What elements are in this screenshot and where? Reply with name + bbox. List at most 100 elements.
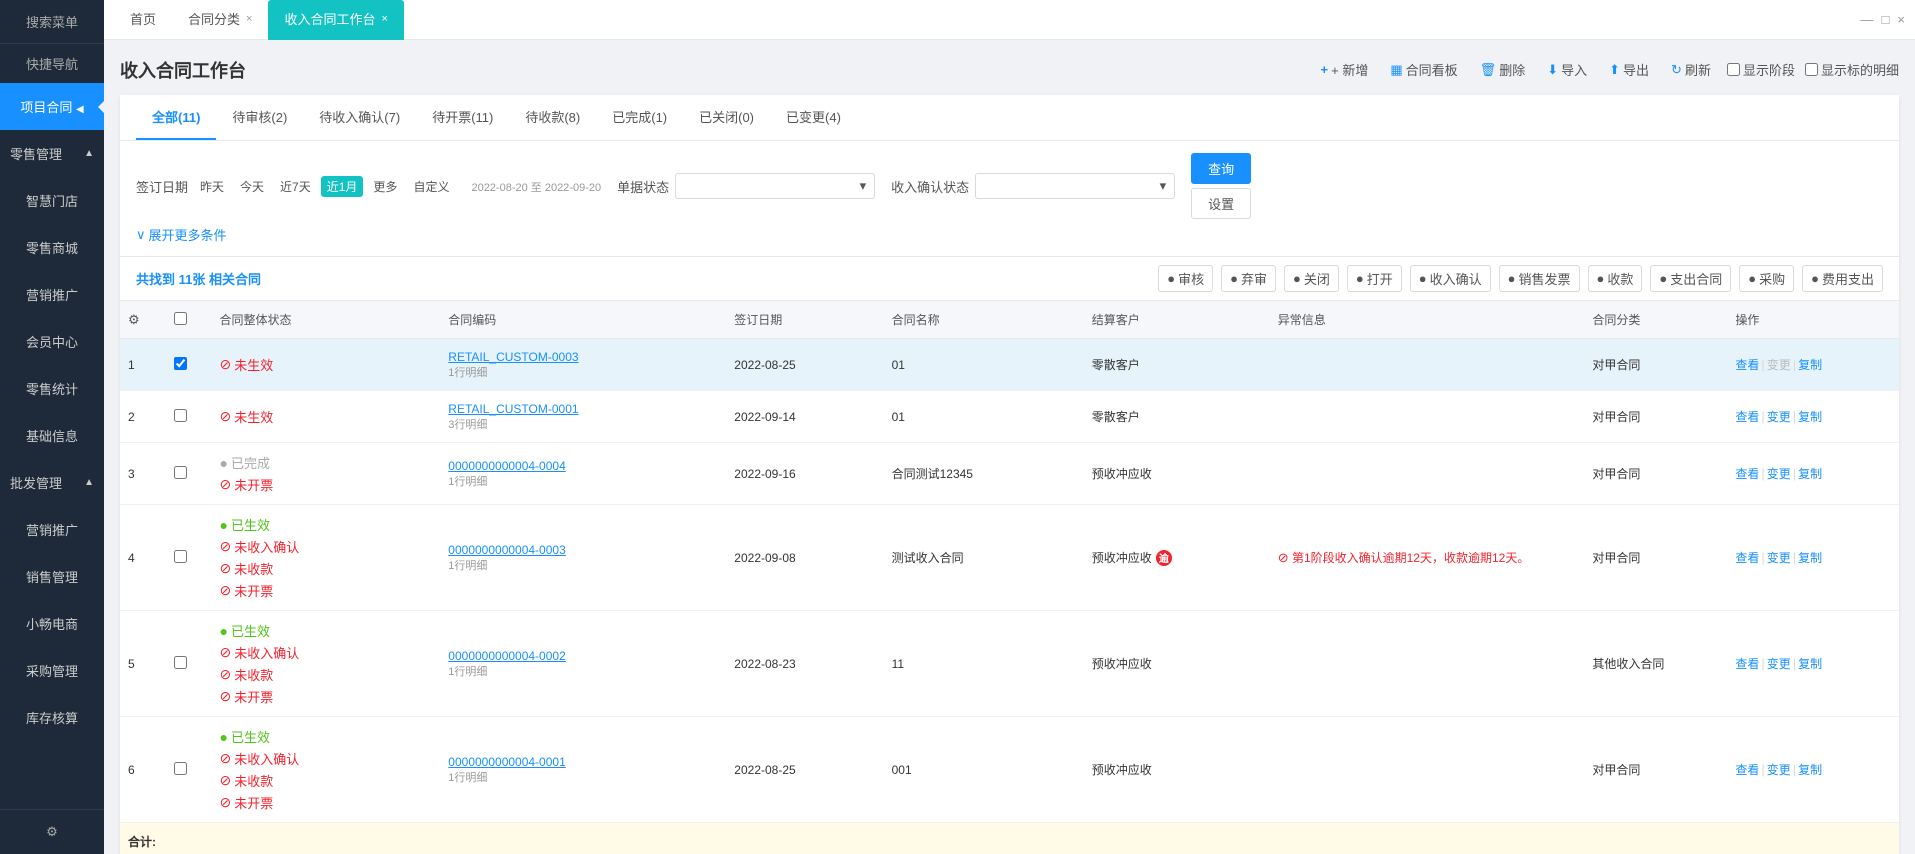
sidebar-item-purchase-mgmt[interactable]: 采购管理 <box>0 647 104 694</box>
sidebar-item-marketing[interactable]: 营销推广 <box>0 271 104 318</box>
filter-tab-pending-payment[interactable]: 待收款(8) <box>509 95 596 140</box>
maximize-icon[interactable]: □ <box>1882 12 1890 27</box>
filter-tab-all[interactable]: 全部(11) <box>136 95 216 140</box>
show-stage-input[interactable] <box>1727 63 1740 76</box>
op-link-查看[interactable]: 查看 <box>1735 467 1759 481</box>
date-opt-1month[interactable]: 近1月 <box>321 176 364 197</box>
col-abnormal[interactable]: 异常信息 <box>1270 301 1585 339</box>
row-checkbox-cell[interactable] <box>166 611 212 717</box>
row-checkbox-cell[interactable] <box>166 443 212 505</box>
import-button[interactable]: ⬇ 导入 <box>1541 56 1593 83</box>
sidebar-item-inventory[interactable]: 库存核算 <box>0 694 104 741</box>
expand-more-btn[interactable]: ∨ 展开更多条件 <box>136 225 1883 244</box>
code-link[interactable]: 0000000000004-0001 <box>448 755 565 769</box>
kanban-button[interactable]: ▦ 合同看板 <box>1384 56 1463 83</box>
doc-status-select[interactable]: ▾ <box>675 173 875 199</box>
row-checkbox-cell[interactable] <box>166 339 212 391</box>
export-button[interactable]: ⬆ 导出 <box>1603 56 1655 83</box>
date-opt-custom[interactable]: 自定义 <box>407 176 455 197</box>
setting-button[interactable]: 设置 <box>1191 188 1251 219</box>
sidebar-item-retail-mall[interactable]: 零售商城 <box>0 224 104 271</box>
col-code[interactable]: 合同编码 <box>440 301 726 339</box>
filter-tab-pending-review[interactable]: 待审核(2) <box>216 95 303 140</box>
tab-close-contract-category[interactable]: × <box>246 13 252 25</box>
new-button[interactable]: + + 新增 <box>1315 56 1375 83</box>
op-link-查看[interactable]: 查看 <box>1735 551 1759 565</box>
row-checkbox[interactable] <box>174 357 187 370</box>
filter-tab-completed[interactable]: 已完成(1) <box>596 95 683 140</box>
op-link-查看[interactable]: 查看 <box>1735 657 1759 671</box>
row-checkbox[interactable] <box>174 409 187 422</box>
col-status[interactable]: 合同整体状态 <box>212 301 441 339</box>
row-checkbox-cell[interactable] <box>166 391 212 443</box>
action-audit[interactable]: ● 审核 <box>1158 265 1213 292</box>
date-opt-more[interactable]: 更多 <box>367 176 403 197</box>
action-invoice[interactable]: ● 销售发票 <box>1499 265 1580 292</box>
code-link[interactable]: 0000000000004-0002 <box>448 649 565 663</box>
filter-tab-closed[interactable]: 已关闭(0) <box>683 95 770 140</box>
minimize-icon[interactable]: — <box>1861 12 1874 27</box>
show-detail-input[interactable] <box>1805 63 1818 76</box>
action-confirm[interactable]: ● 收入确认 <box>1410 265 1491 292</box>
action-expense[interactable]: ● 费用支出 <box>1802 265 1883 292</box>
op-link-复制[interactable]: 复制 <box>1798 358 1822 372</box>
col-customer[interactable]: 结算客户 <box>1084 301 1270 339</box>
action-purchase[interactable]: ● 采购 <box>1739 265 1794 292</box>
code-link[interactable]: 0000000000004-0004 <box>448 459 565 473</box>
row-checkbox[interactable] <box>174 762 187 775</box>
col-category[interactable]: 合同分类 <box>1584 301 1727 339</box>
op-link-变更[interactable]: 变更 <box>1767 763 1791 777</box>
date-opt-7days[interactable]: 近7天 <box>274 176 317 197</box>
tab-income-contract[interactable]: 收入合同工作台 × <box>268 0 403 40</box>
row-checkbox-cell[interactable] <box>166 505 212 611</box>
col-date[interactable]: 签订日期 <box>726 301 883 339</box>
show-detail-checkbox[interactable]: 显示标的明细 <box>1805 60 1899 79</box>
op-link-复制[interactable]: 复制 <box>1798 657 1822 671</box>
delete-button[interactable]: 🗑 删除 <box>1474 56 1532 83</box>
col-checkbox[interactable] <box>166 301 212 339</box>
sidebar-quick-nav[interactable]: 快捷导航 <box>0 44 104 83</box>
sidebar-item-wholesale-mgmt[interactable]: 批发管理 ▲ <box>0 459 104 506</box>
sidebar-item-project-contract[interactable]: 项目合同 ◀ <box>0 83 104 130</box>
sidebar-item-ecommerce[interactable]: 小畅电商 <box>0 600 104 647</box>
sidebar-item-retail-mgmt[interactable]: 零售管理 ▲ <box>0 130 104 177</box>
row-checkbox[interactable] <box>174 656 187 669</box>
search-button[interactable]: 查询 <box>1191 153 1251 184</box>
tab-close-income-contract[interactable]: × <box>381 13 387 25</box>
sidebar-search[interactable]: 搜索菜单 <box>0 0 104 44</box>
date-opt-today[interactable]: 今天 <box>234 176 270 197</box>
date-opt-yesterday[interactable]: 昨天 <box>194 176 230 197</box>
action-open[interactable]: ● 打开 <box>1347 265 1402 292</box>
op-link-复制[interactable]: 复制 <box>1798 551 1822 565</box>
sidebar-item-member[interactable]: 会员中心 <box>0 318 104 365</box>
code-link[interactable]: 0000000000004-0003 <box>448 543 565 557</box>
tab-home[interactable]: 首页 <box>114 0 172 40</box>
code-link[interactable]: RETAIL_CUSTOM-0003 <box>448 350 578 364</box>
op-link-查看[interactable]: 查看 <box>1735 410 1759 424</box>
op-link-变更[interactable]: 变更 <box>1767 410 1791 424</box>
op-link-复制[interactable]: 复制 <box>1798 467 1822 481</box>
op-link-变更[interactable]: 变更 <box>1767 657 1791 671</box>
action-payment[interactable]: ● 收款 <box>1588 265 1643 292</box>
row-checkbox[interactable] <box>174 550 187 563</box>
code-link[interactable]: RETAIL_CUSTOM-0001 <box>448 402 578 416</box>
sidebar-item-marketing2[interactable]: 营销推广 <box>0 506 104 553</box>
op-link-复制[interactable]: 复制 <box>1798 763 1822 777</box>
filter-tab-pending-invoice[interactable]: 待开票(11) <box>416 95 509 140</box>
sidebar-item-retail-stats[interactable]: 零售统计 <box>0 365 104 412</box>
sidebar-item-base-info[interactable]: 基础信息 <box>0 412 104 459</box>
show-stage-checkbox[interactable]: 显示阶段 <box>1727 60 1795 79</box>
sidebar-item-sales-mgmt[interactable]: 销售管理 <box>0 553 104 600</box>
row-checkbox-cell[interactable] <box>166 717 212 823</box>
op-link-变更[interactable]: 变更 <box>1767 467 1791 481</box>
col-settings[interactable]: ⚙ <box>120 301 166 339</box>
confirm-status-select[interactable]: ▾ <box>975 173 1175 199</box>
filter-tab-pending-confirm[interactable]: 待收入确认(7) <box>303 95 416 140</box>
op-link-查看[interactable]: 查看 <box>1735 358 1759 372</box>
row-checkbox[interactable] <box>174 466 187 479</box>
action-abandon[interactable]: ● 弃审 <box>1221 265 1276 292</box>
window-close-icon[interactable]: × <box>1897 12 1905 27</box>
op-link-变更[interactable]: 变更 <box>1767 551 1791 565</box>
filter-tab-changed[interactable]: 已变更(4) <box>770 95 857 140</box>
op-link-查看[interactable]: 查看 <box>1735 763 1759 777</box>
